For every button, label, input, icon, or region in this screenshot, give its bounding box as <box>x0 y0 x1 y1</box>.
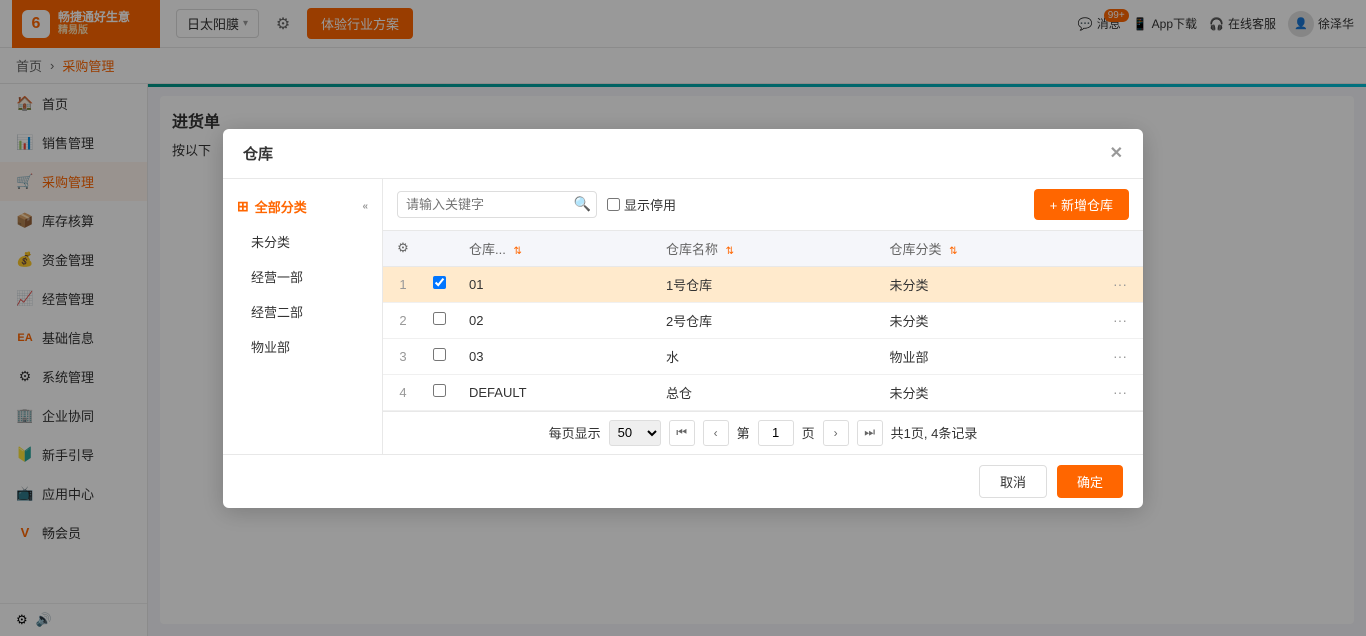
category-item-ops1[interactable]: 经营一部 <box>223 259 382 294</box>
search-input[interactable] <box>397 191 597 218</box>
col-checkbox <box>423 231 459 267</box>
grid-icon: ⊞ <box>237 198 249 215</box>
page-number-input[interactable] <box>758 420 794 446</box>
last-page-button[interactable]: ⏭ <box>857 420 883 446</box>
more-icon[interactable]: ··· <box>1113 384 1127 400</box>
row-number: 2 <box>383 302 423 338</box>
category-item-property[interactable]: 物业部 <box>223 329 382 364</box>
col-name-label: 仓库名称 <box>666 242 718 257</box>
col-name: 仓库名称 ⇅ <box>656 231 880 267</box>
show-disabled-checkbox[interactable] <box>607 198 620 211</box>
table-row[interactable]: 3 03 水 物业部 ··· <box>383 338 1143 374</box>
row-name: 水 <box>656 338 880 374</box>
row-more[interactable]: ··· <box>1103 302 1143 338</box>
category-panel: ⊞ 全部分类 « 未分类 经营一部 经营二部 物业部 <box>223 179 383 454</box>
col-actions <box>1103 231 1143 267</box>
row-name: 总仓 <box>656 374 880 410</box>
row-category: 未分类 <box>879 302 1103 338</box>
row-name: 1号仓库 <box>656 266 880 302</box>
row-number: 3 <box>383 338 423 374</box>
row-category: 未分类 <box>879 374 1103 410</box>
warehouse-table: ⚙ 仓库... ⇅ 仓库名称 ⇅ <box>383 231 1143 411</box>
table-row[interactable]: 4 DEFAULT 总仓 未分类 ··· <box>383 374 1143 410</box>
page-size-select[interactable]: 50 10 20 100 <box>609 420 661 446</box>
search-icon[interactable]: 🔍 <box>574 196 591 213</box>
row-number: 1 <box>383 266 423 302</box>
sort-category-icon[interactable]: ⇅ <box>949 246 957 257</box>
dialog-title: 仓库 <box>243 143 273 164</box>
row-code: 03 <box>459 338 656 374</box>
col-code: 仓库... ⇅ <box>459 231 656 267</box>
dialog-close-button[interactable]: ✕ <box>1110 143 1123 163</box>
all-category-label: 全部分类 <box>255 197 307 216</box>
search-bar: 🔍 显示停用 + 新增仓库 <box>383 179 1143 231</box>
page-suffix: 页 <box>802 423 815 442</box>
total-info: 共1页, 4条记录 <box>891 423 978 442</box>
page-size-label: 每页显示 <box>549 423 601 442</box>
show-disabled-text: 显示停用 <box>624 195 676 214</box>
collapse-arrow-icon[interactable]: « <box>362 201 368 212</box>
row-more[interactable]: ··· <box>1103 338 1143 374</box>
row-checkbox-cell[interactable] <box>423 266 459 302</box>
table-row[interactable]: 2 02 2号仓库 未分类 ··· <box>383 302 1143 338</box>
row-checkbox-cell[interactable] <box>423 338 459 374</box>
col-code-label: 仓库... <box>469 242 506 257</box>
row-checkbox[interactable] <box>433 312 446 325</box>
overlay: 仓库 ✕ ⊞ 全部分类 « 未分类 经营一部 经营二部 物业部 <box>0 0 1366 636</box>
more-icon[interactable]: ··· <box>1113 312 1127 328</box>
row-checkbox[interactable] <box>433 384 446 397</box>
col-category-label: 仓库分类 <box>889 242 941 257</box>
row-category: 物业部 <box>879 338 1103 374</box>
table-header-row: ⚙ 仓库... ⇅ 仓库名称 ⇅ <box>383 231 1143 267</box>
row-checkbox-cell[interactable] <box>423 302 459 338</box>
category-item-unclassified[interactable]: 未分类 <box>223 224 382 259</box>
confirm-button[interactable]: 确定 <box>1057 465 1123 498</box>
first-page-button[interactable]: ⏮ <box>669 420 695 446</box>
warehouse-dialog: 仓库 ✕ ⊞ 全部分类 « 未分类 经营一部 经营二部 物业部 <box>223 129 1143 508</box>
row-code: 02 <box>459 302 656 338</box>
row-more[interactable]: ··· <box>1103 374 1143 410</box>
col-gear: ⚙ <box>383 231 423 267</box>
row-category: 未分类 <box>879 266 1103 302</box>
pagination: 每页显示 50 10 20 100 ⏮ ‹ 第 页 › ⏭ 共1页, 4条记录 <box>383 411 1143 454</box>
dialog-body: ⊞ 全部分类 « 未分类 经营一部 经营二部 物业部 🔍 <box>223 179 1143 454</box>
table-row[interactable]: 1 01 1号仓库 未分类 ··· <box>383 266 1143 302</box>
row-number: 4 <box>383 374 423 410</box>
next-page-button[interactable]: › <box>823 420 849 446</box>
all-category-header[interactable]: ⊞ 全部分类 « <box>223 189 382 224</box>
show-disabled-label: 显示停用 <box>607 195 676 214</box>
sort-name-icon[interactable]: ⇅ <box>726 246 734 257</box>
row-checkbox[interactable] <box>433 348 446 361</box>
row-code: DEFAULT <box>459 374 656 410</box>
page-label: 第 <box>737 423 750 442</box>
category-item-ops2[interactable]: 经营二部 <box>223 294 382 329</box>
col-category: 仓库分类 ⇅ <box>879 231 1103 267</box>
add-warehouse-button[interactable]: + 新增仓库 <box>1034 189 1129 220</box>
search-input-wrap: 🔍 <box>397 191 597 218</box>
row-code: 01 <box>459 266 656 302</box>
cancel-button[interactable]: 取消 <box>979 465 1047 498</box>
prev-page-button[interactable]: ‹ <box>703 420 729 446</box>
row-checkbox[interactable] <box>433 276 446 289</box>
dialog-header: 仓库 ✕ <box>223 129 1143 179</box>
warehouse-table-wrap: ⚙ 仓库... ⇅ 仓库名称 ⇅ <box>383 231 1143 411</box>
row-checkbox-cell[interactable] <box>423 374 459 410</box>
more-icon[interactable]: ··· <box>1113 348 1127 364</box>
row-more[interactable]: ··· <box>1103 266 1143 302</box>
table-panel: 🔍 显示停用 + 新增仓库 ⚙ <box>383 179 1143 454</box>
dialog-footer: 取消 确定 <box>223 454 1143 508</box>
more-icon[interactable]: ··· <box>1113 276 1127 292</box>
row-name: 2号仓库 <box>656 302 880 338</box>
sort-code-icon[interactable]: ⇅ <box>513 246 521 257</box>
